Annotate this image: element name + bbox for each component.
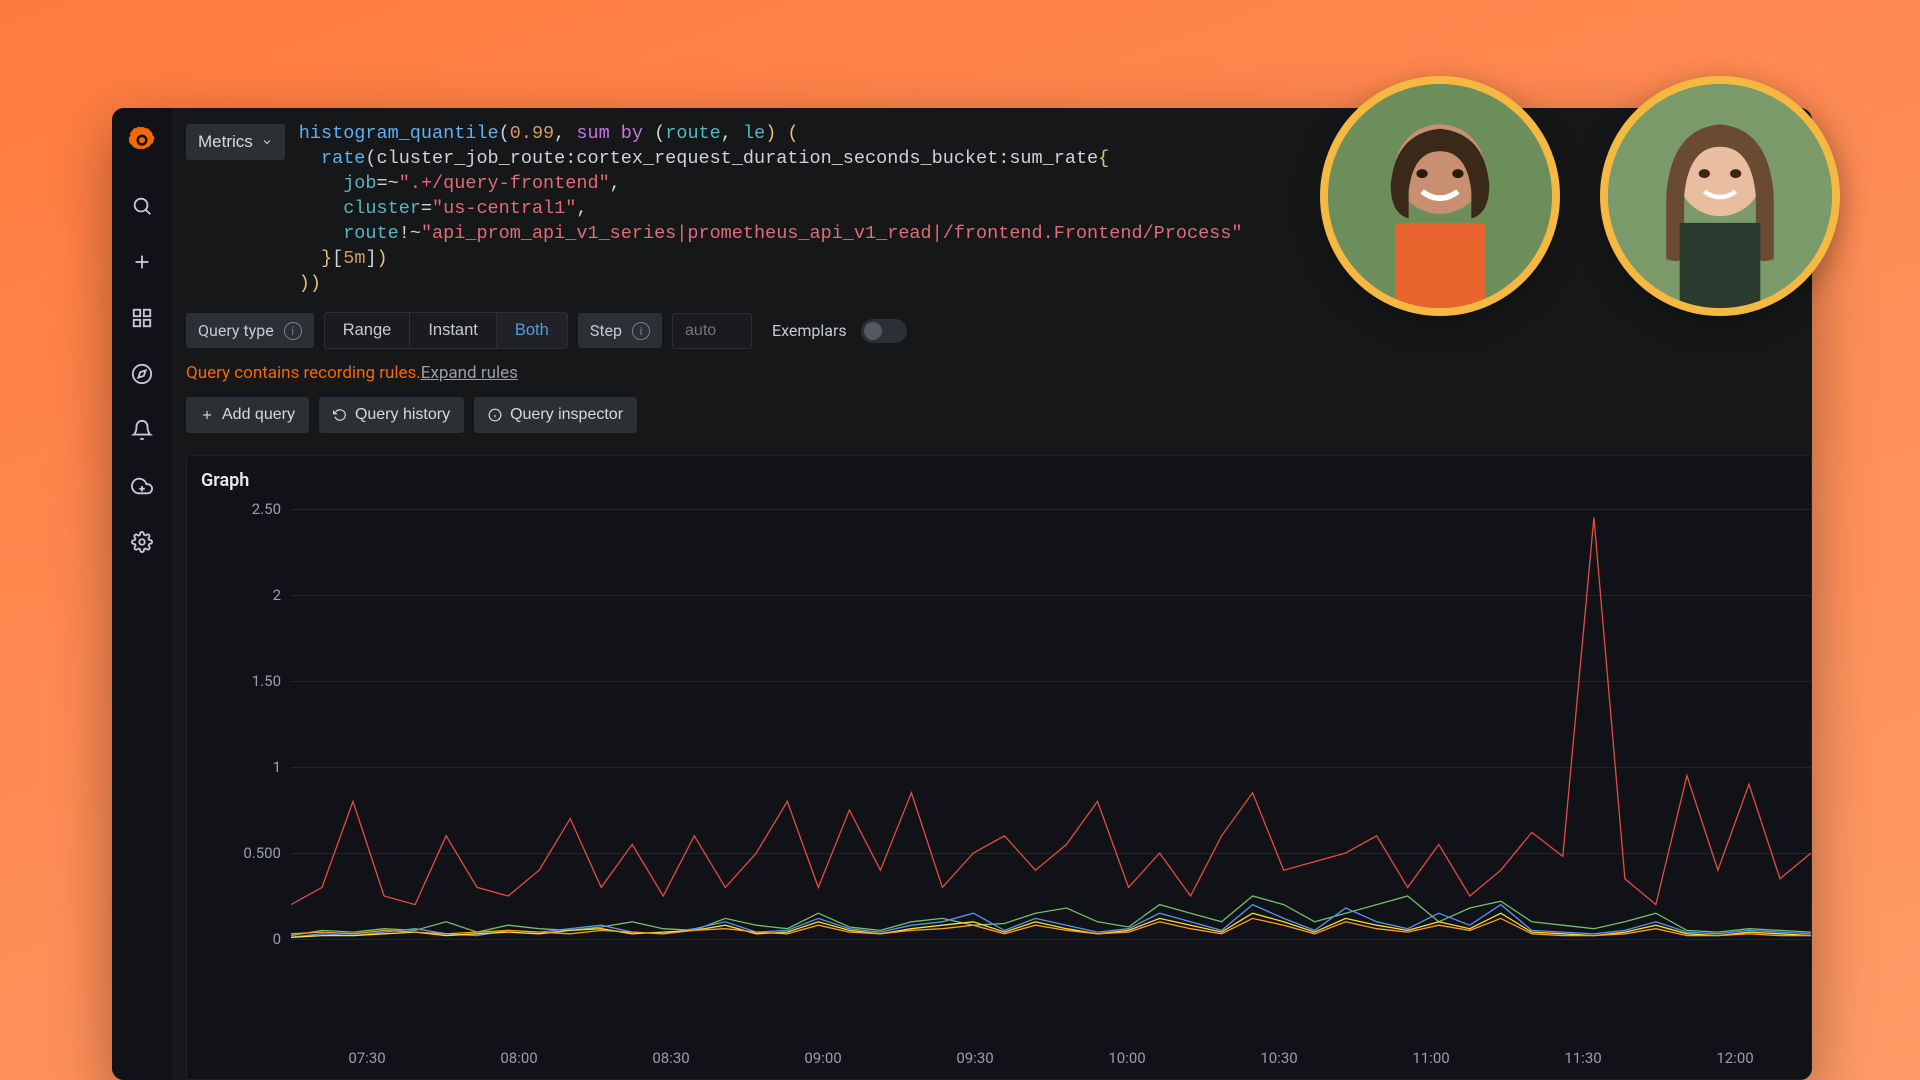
query-inspector-button[interactable]: Query inspector (474, 397, 637, 433)
alerting-icon[interactable] (130, 418, 154, 442)
cloud-icon[interactable] (130, 474, 154, 498)
x-axis: 07:3008:0008:3009:0009:3010:0010:3011:00… (291, 1049, 1811, 1073)
range-button[interactable]: Range (325, 313, 411, 348)
graph-panel: Graph 00.50011.5022.50 07:3008:0008:3009… (186, 455, 1812, 1080)
exemplars-toggle[interactable] (861, 319, 907, 343)
sidebar (112, 108, 172, 1080)
chevron-down-icon (261, 136, 273, 148)
query-actions: Add query Query history Query inspector (172, 397, 1812, 449)
info-icon[interactable]: i (284, 322, 302, 340)
history-icon (333, 408, 347, 422)
y-axis: 00.50011.5022.50 (201, 509, 291, 1045)
metrics-dropdown[interactable]: Metrics (186, 124, 285, 160)
instant-button[interactable]: Instant (410, 313, 497, 348)
chart-lines (291, 509, 1811, 939)
info-icon (488, 408, 502, 422)
add-query-button[interactable]: Add query (186, 397, 309, 433)
query-type-group: Range Instant Both (324, 312, 568, 349)
dashboards-icon[interactable] (130, 306, 154, 330)
explore-icon[interactable] (130, 362, 154, 386)
query-history-button[interactable]: Query history (319, 397, 464, 433)
settings-icon[interactable] (130, 530, 154, 554)
search-icon[interactable] (130, 194, 154, 218)
plus-icon[interactable] (130, 250, 154, 274)
metrics-label: Metrics (198, 132, 253, 152)
expand-rules-link[interactable]: Expand rules (421, 363, 518, 383)
both-button[interactable]: Both (497, 313, 567, 348)
step-label: Step i (578, 313, 662, 348)
presenter-avatar-1 (1320, 76, 1560, 316)
chart: 00.50011.5022.50 07:3008:0008:3009:0009:… (201, 509, 1811, 1079)
grafana-logo-icon[interactable] (127, 126, 157, 162)
presenter-avatar-2 (1600, 76, 1840, 316)
step-input[interactable] (672, 313, 752, 349)
plus-icon (200, 408, 214, 422)
recording-rules-notice: Query contains recording rules.Expand ru… (172, 353, 1812, 397)
exemplars-label: Exemplars (762, 321, 851, 340)
info-icon[interactable]: i (632, 322, 650, 340)
graph-title: Graph (201, 470, 1811, 491)
query-type-label: Query type i (186, 313, 314, 348)
